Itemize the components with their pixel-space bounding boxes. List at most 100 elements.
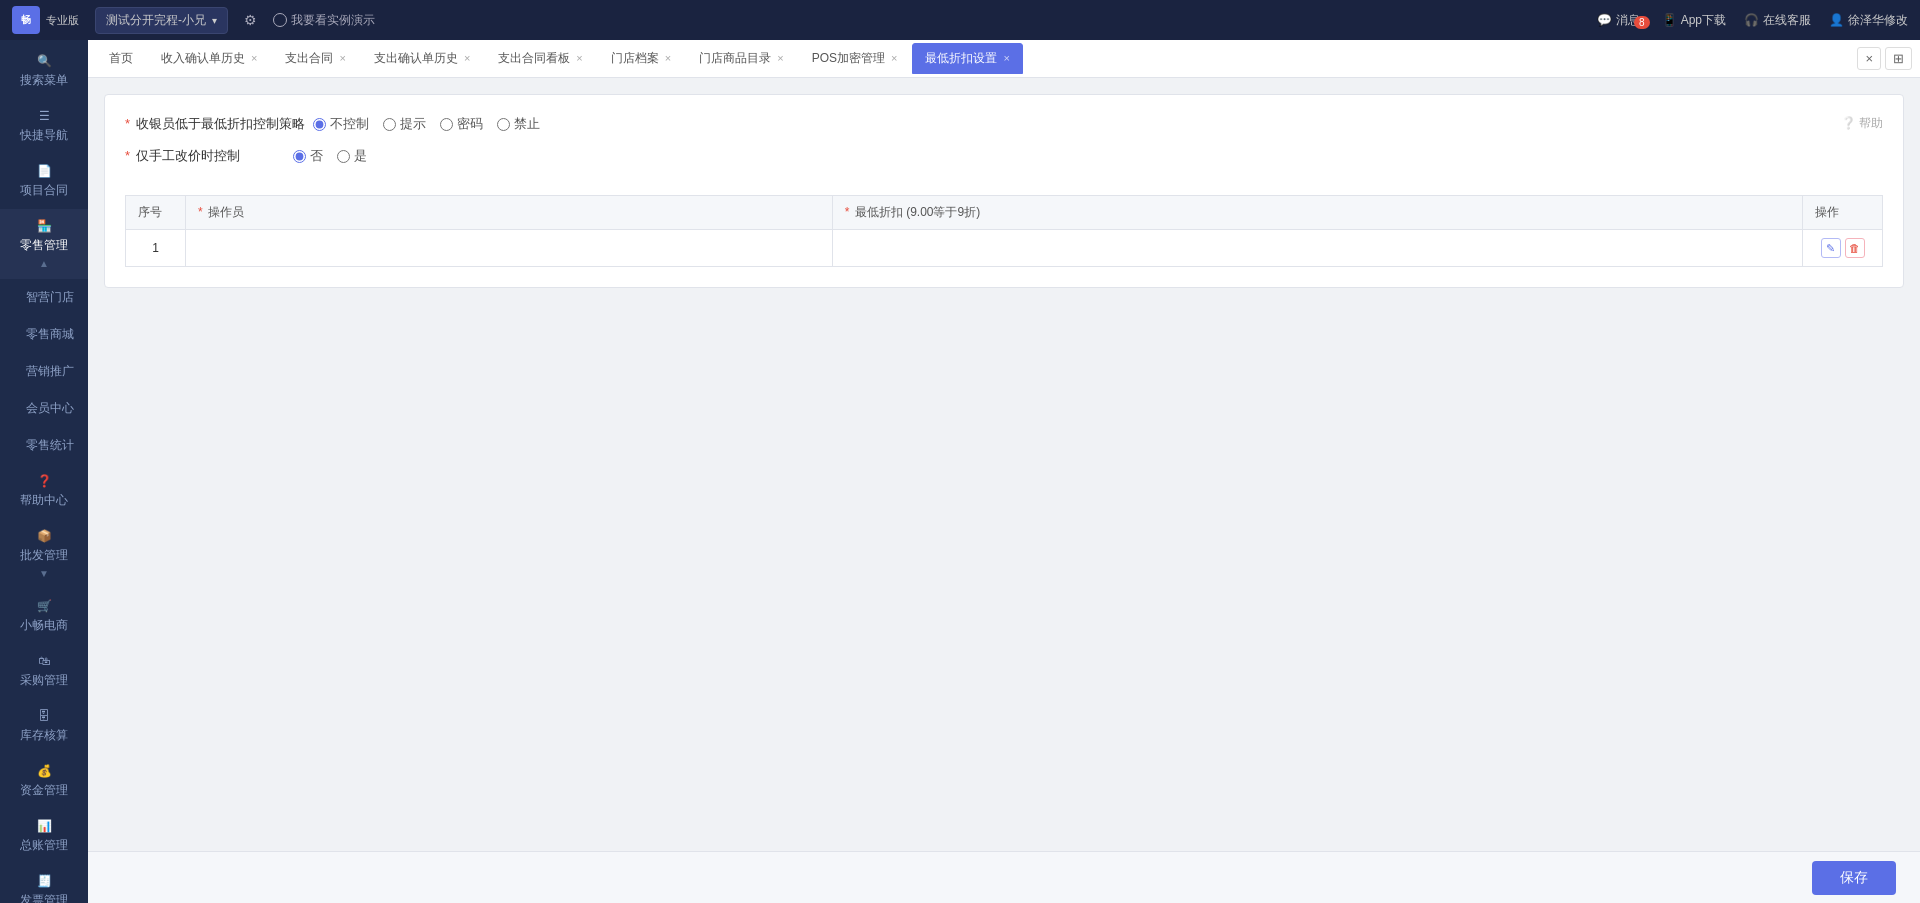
radio-password-input[interactable] [440,118,453,131]
sidebar-item-purchase-mgmt[interactable]: 🛍 采购管理 [0,644,88,699]
tab-min-discount-setting[interactable]: 最低折扣设置 × [912,43,1022,74]
sidebar-item-retail-stats[interactable]: 零售统计 [0,427,88,464]
topbar-right: 💬 消息 8 📱 App下载 🎧 在线客服 👤 徐泽华修改 [1597,12,1908,29]
tab-income-confirm-history[interactable]: 收入确认单历史 × [148,43,270,74]
sidebar-item-ledger[interactable]: 📊 总账管理 [0,809,88,864]
delete-row-btn[interactable]: 🗑 [1845,238,1865,258]
tab-label: 支出合同 [285,50,333,67]
sidebar-item-member-center[interactable]: 会员中心 [0,390,88,427]
sidebar-item-help-center[interactable]: ❓ 帮助中心 [0,464,88,519]
radio-yes-input[interactable] [337,150,350,163]
topbar: 畅 专业版 测试分开完程-小兄 ▾ ⚙ 我要看实例演示 💬 消息 8 📱 App… [0,0,1920,40]
radio-forbidden[interactable]: 禁止 [497,115,540,133]
tab-pos-password-mgmt[interactable]: POS加密管理 × [799,43,911,74]
radio-password-label: 密码 [457,115,483,133]
tab-home[interactable]: 首页 [96,43,146,74]
sidebar-item-online-store[interactable]: 零售商城 [0,316,88,353]
sidebar-item-label: 总账管理 [20,837,68,854]
sidebar-item-ecommerce[interactable]: 🛒 小畅电商 [0,589,88,644]
sidebar-item-project-contract[interactable]: 📄 项目合同 [0,154,88,209]
demo-link[interactable]: 我要看实例演示 [273,12,375,29]
message-btn[interactable]: 💬 消息 8 [1597,12,1644,29]
tab-payment-contract-board[interactable]: 支出合同看板 × [485,43,595,74]
radio-remind[interactable]: 提示 [383,115,426,133]
close-tab-icon[interactable]: × [665,53,671,64]
tab-label: 收入确认单历史 [161,50,245,67]
user-name: 徐泽华修改 [1848,12,1908,29]
tab-store-archive[interactable]: 门店档案 × [598,43,684,74]
ecommerce-icon: 🛒 [37,599,52,613]
tab-label: 门店商品目录 [699,50,771,67]
project-selector[interactable]: 测试分开完程-小兄 ▾ [95,7,228,34]
tab-label: 门店档案 [611,50,659,67]
app-download-label: App下载 [1681,12,1726,29]
action-cell: ✎ 🗑 [1803,230,1883,267]
settings-icon[interactable]: ⚙ [244,12,257,28]
col-seq-header: 序号 [126,196,186,230]
close-tab-icon[interactable]: × [777,53,783,64]
sidebar-item-retail-mgmt[interactable]: 🏪 零售管理 ▲ [0,209,88,279]
radio-yes[interactable]: 是 [337,147,367,165]
message-icon: 💬 [1597,13,1612,27]
tabs-menu-btn[interactable]: ⊞ [1885,47,1912,70]
table-header-row: 序号 * 操作员 * 最低折扣 (9.00等于9折) 操作 [126,196,1883,230]
radio-no-input[interactable] [293,150,306,163]
sidebar-item-label: 快捷导航 [20,127,68,144]
manual-price-options: 否 是 [293,147,367,165]
sidebar-item-quick-nav[interactable]: ☰ 快捷导航 [0,99,88,154]
radio-no[interactable]: 否 [293,147,323,165]
close-tab-icon[interactable]: × [1003,53,1009,64]
sidebar-item-label: 营销推广 [26,363,74,380]
purchase-icon: 🛍 [38,654,50,668]
sidebar-item-marketing[interactable]: 营销推广 [0,353,88,390]
help-icon: ❓ [37,474,52,488]
sidebar-item-wholesale-mgmt[interactable]: 📦 批发管理 ▼ [0,519,88,589]
close-tab-icon[interactable]: × [464,53,470,64]
close-tab-icon[interactable]: × [339,53,345,64]
sidebar-item-search[interactable]: 🔍 搜索菜单 [0,44,88,99]
sidebar-item-label: 会员中心 [26,400,74,417]
min-discount-card: * 收银员低于最低折扣控制策略 不控制 提示 [104,94,1904,288]
tab-label: 支出确认单历史 [374,50,458,67]
help-btn[interactable]: ❔ 帮助 [1841,115,1883,132]
tab-store-product-catalog[interactable]: 门店商品目录 × [686,43,796,74]
radio-forbidden-label: 禁止 [514,115,540,133]
col-action-header: 操作 [1803,196,1883,230]
footer-bar: 保存 [88,851,1920,903]
inventory-icon: 🗄 [38,709,50,723]
tab-payment-confirm-history[interactable]: 支出确认单历史 × [361,43,483,74]
online-service-btn[interactable]: 🎧 在线客服 [1744,12,1811,29]
radio-no-label: 否 [310,147,323,165]
sidebar-item-smart-store[interactable]: 智营门店 [0,279,88,316]
sidebar-item-label: 小畅电商 [20,617,68,634]
save-button[interactable]: 保存 [1812,861,1896,895]
radio-no-control[interactable]: 不控制 [313,115,369,133]
radio-forbidden-input[interactable] [497,118,510,131]
tabs-bar: 首页 收入确认单历史 × 支出合同 × 支出确认单历史 × 支出合同看板 × 门… [88,40,1920,78]
close-all-tabs-btn[interactable]: × [1857,47,1881,70]
tab-label: 支出合同看板 [498,50,570,67]
close-tab-icon[interactable]: × [251,53,257,64]
app-download-btn[interactable]: 📱 App下载 [1662,12,1726,29]
user-profile-btn[interactable]: 👤 徐泽华修改 [1829,12,1908,29]
sidebar-item-finance[interactable]: 💰 资金管理 [0,754,88,809]
finance-icon: 💰 [37,764,52,778]
close-tab-icon[interactable]: × [576,53,582,64]
table-row: 1 ✎ 🗑 [126,230,1883,267]
sidebar-item-label: 零售管理 [20,237,68,254]
download-icon: 📱 [1662,13,1677,27]
radio-remind-input[interactable] [383,118,396,131]
tab-payment-contract[interactable]: 支出合同 × [272,43,358,74]
radio-password[interactable]: 密码 [440,115,483,133]
chevron-up-icon: ▲ [39,258,49,269]
search-icon: 🔍 [37,54,52,68]
avatar-icon: 👤 [1829,13,1844,27]
min-discount-cell [832,230,1802,267]
radio-no-control-input[interactable] [313,118,326,131]
close-tab-icon[interactable]: × [891,53,897,64]
sidebar-item-label: 采购管理 [20,672,68,689]
sidebar-item-inventory[interactable]: 🗄 库存核算 [0,699,88,754]
chevron-down-icon: ▼ [39,568,49,579]
sidebar-item-invoice-mgmt[interactable]: 🧾 发票管理 [0,864,88,903]
edit-row-btn[interactable]: ✎ [1821,238,1841,258]
